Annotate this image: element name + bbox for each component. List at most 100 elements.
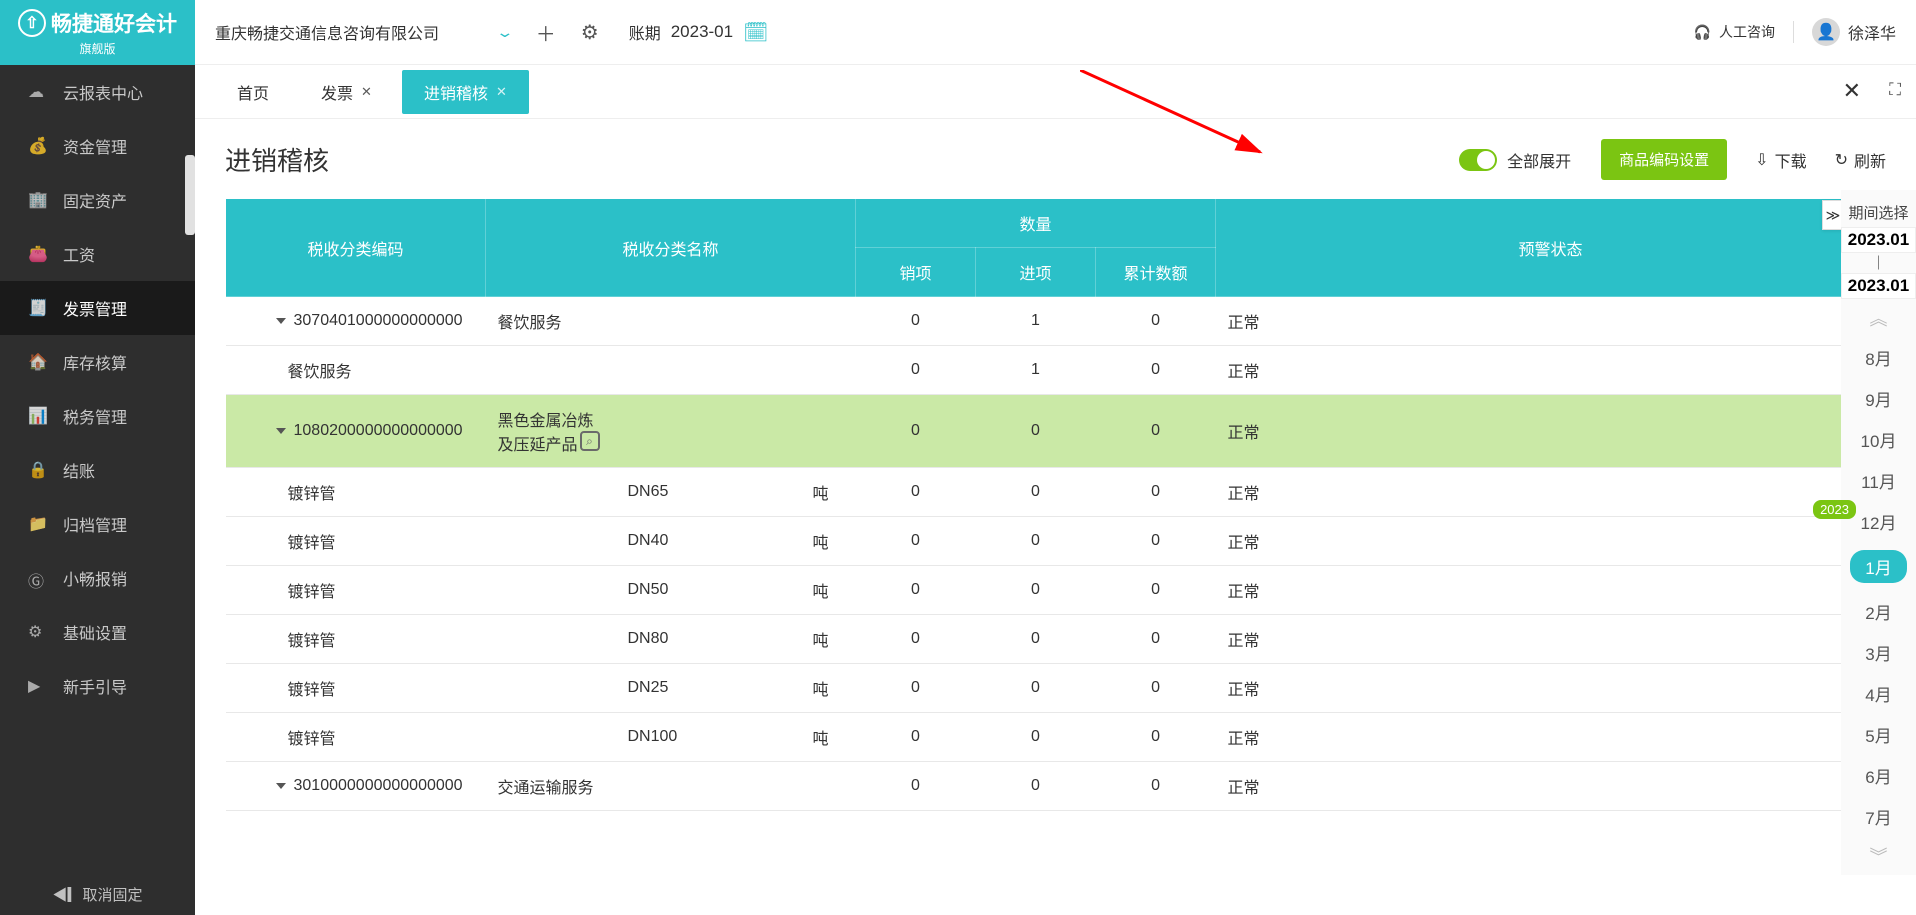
sidebar-item-1[interactable]: 💰资金管理 (0, 119, 195, 173)
table-row[interactable]: 3070401000000000000餐饮服务010正常 (226, 297, 1886, 346)
th-cum: 累计数额 (1096, 248, 1216, 297)
date-panel: 期间选择 2023.01 ｜ 2023.01 ︽ 8月9月10月11月12月1月… (1841, 190, 1916, 875)
sidebar-item-11[interactable]: ▶新手引导 (0, 659, 195, 713)
period-label: 账期 (629, 20, 661, 44)
fullscreen-icon[interactable]: ⛶ (1889, 80, 1901, 100)
tab-close-icon[interactable]: ✕ (361, 84, 372, 100)
download-icon: ⇩ (1755, 150, 1768, 170)
date-range-from[interactable]: 2023.01 (1841, 227, 1916, 253)
month-option[interactable]: 6月 (1841, 755, 1916, 796)
month-option[interactable]: 8月 (1841, 337, 1916, 378)
user-name: 徐泽华 (1848, 20, 1896, 44)
divider (1793, 21, 1794, 43)
month-option[interactable]: 2月 (1841, 591, 1916, 632)
nav-icon: 📁 (28, 514, 48, 534)
th-name: 税收分类名称 (486, 199, 856, 297)
user-menu[interactable]: 👤 徐泽华 (1812, 18, 1896, 46)
table-row[interactable]: 1080200000000000000黑色金属冶炼及压延产品⌕000正常 (226, 395, 1886, 468)
avatar-icon: 👤 (1812, 18, 1840, 46)
nav-icon: 🏠 (28, 352, 48, 372)
org-selector[interactable]: 重庆畅捷交通信息咨询有限公司 ⌄ (215, 20, 511, 44)
date-range-sep: ｜ (1841, 253, 1916, 273)
expand-icon[interactable] (276, 783, 286, 789)
nav-icon: 🧾 (28, 298, 48, 318)
tab-0[interactable]: 首页 (215, 70, 291, 114)
sidebar-item-7[interactable]: 🔒结账 (0, 443, 195, 497)
expand-all-toggle[interactable] (1459, 149, 1497, 171)
unpin-icon: ◀▎ (52, 887, 82, 904)
nav-icon: ▶ (28, 676, 48, 696)
table-row[interactable]: 镀锌管DN80吨000正常 (226, 615, 1886, 664)
nav-icon: 🔒 (28, 460, 48, 480)
expand-icon[interactable] (276, 318, 286, 324)
date-range-to[interactable]: 2023.01 (1841, 273, 1916, 299)
sidebar-item-0[interactable]: ☁云报表中心 (0, 65, 195, 119)
date-nav-down[interactable]: ︾ (1841, 837, 1916, 875)
th-code: 税收分类编码 (226, 199, 486, 297)
th-in: 进项 (976, 248, 1096, 297)
table-row[interactable]: 餐饮服务010正常 (226, 346, 1886, 395)
date-nav-up[interactable]: ︽ (1841, 299, 1916, 337)
month-option[interactable]: 9月 (1841, 378, 1916, 419)
product-code-settings-button[interactable]: 商品编码设置 (1601, 139, 1727, 180)
sidebar-resize-handle[interactable] (185, 155, 195, 235)
nav-icon: 📊 (28, 406, 48, 426)
org-name: 重庆畅捷交通信息咨询有限公司 (215, 20, 439, 44)
nav-icon: 👛 (28, 244, 48, 264)
support-link[interactable]: 🎧 人工咨询 (1694, 22, 1775, 42)
calendar-icon[interactable]: 🗓 (743, 20, 768, 45)
sidebar-item-5[interactable]: 🏠库存核算 (0, 335, 195, 389)
sidebar-item-6[interactable]: 📊税务管理 (0, 389, 195, 443)
period-value: 2023-01 (671, 22, 733, 42)
tab-2[interactable]: 进销稽核✕ (402, 70, 529, 114)
add-icon[interactable]: ＋ (536, 18, 556, 47)
expand-all-label: 全部展开 (1507, 148, 1571, 172)
month-option[interactable]: 1月 (1841, 542, 1916, 591)
sidebar-item-10[interactable]: ⚙基础设置 (0, 605, 195, 659)
header: 重庆畅捷交通信息咨询有限公司 ⌄ ＋ ⚙ 账期 2023-01 🗓 🎧 人工咨询… (195, 0, 1916, 65)
nav-icon: 🏢 (28, 190, 48, 210)
sidebar-item-2[interactable]: 🏢固定资产 (0, 173, 195, 227)
unpin-sidebar[interactable]: ◀▎取消固定 (0, 884, 195, 905)
year-badge: 2023 (1813, 500, 1856, 519)
tab-close-icon[interactable]: ✕ (496, 84, 507, 100)
expand-icon[interactable] (276, 428, 286, 434)
month-option[interactable]: 3月 (1841, 632, 1916, 673)
close-icon[interactable]: ✕ (1843, 78, 1861, 104)
table-row[interactable]: 镀锌管DN40吨000正常 (226, 517, 1886, 566)
logo[interactable]: ⇧ 畅捷通好会计 旗舰版 (0, 0, 195, 65)
month-option[interactable]: 7月 (1841, 796, 1916, 837)
brand-name: 畅捷通好会计 (51, 8, 177, 38)
tab-bar: 首页发票✕进销稽核✕ (195, 65, 1916, 119)
nav-icon: ⚙ (28, 622, 48, 642)
brand-edition: 旗舰版 (79, 40, 115, 57)
date-panel-title: 期间选择 (1841, 196, 1916, 227)
sidebar-item-8[interactable]: 📁归档管理 (0, 497, 195, 551)
tab-1[interactable]: 发票✕ (299, 70, 394, 114)
magnify-icon[interactable]: ⌕ (580, 431, 600, 451)
sidebar-item-9[interactable]: Ⓖ小畅报销 (0, 551, 195, 605)
download-link[interactable]: ⇩下载 (1755, 148, 1806, 172)
nav-icon: Ⓖ (28, 568, 48, 588)
month-option[interactable]: 5月 (1841, 714, 1916, 755)
month-option[interactable]: 4月 (1841, 673, 1916, 714)
refresh-icon: ↻ (1835, 150, 1848, 170)
table-row[interactable]: 3010000000000000000交通运输服务000正常 (226, 762, 1886, 811)
table-row[interactable]: 镀锌管DN50吨000正常 (226, 566, 1886, 615)
table-row[interactable]: 镀锌管DN25吨000正常 (226, 664, 1886, 713)
refresh-link[interactable]: ↻刷新 (1835, 148, 1886, 172)
table-row[interactable]: 镀锌管DN100吨000正常 (226, 713, 1886, 762)
logo-icon: ⇧ (18, 9, 46, 37)
sidebar-item-4[interactable]: 🧾发票管理 (0, 281, 195, 335)
sidebar-item-3[interactable]: 👛工资 (0, 227, 195, 281)
th-qty: 数量 (856, 199, 1216, 248)
page-title: 进销稽核 (225, 141, 329, 178)
headset-icon: 🎧 (1694, 24, 1711, 41)
gear-icon[interactable]: ⚙ (581, 20, 599, 45)
audit-table: 税收分类编码 税收分类名称 数量 预警状态 销项 进项 累计数额 3070401… (225, 198, 1886, 811)
month-option[interactable]: 10月 (1841, 419, 1916, 460)
table-wrapper: 税收分类编码 税收分类名称 数量 预警状态 销项 进项 累计数额 3070401… (225, 198, 1886, 811)
month-option[interactable]: 11月 (1841, 460, 1916, 501)
sidebar: ⇧ 畅捷通好会计 旗舰版 ☁云报表中心💰资金管理🏢固定资产👛工资🧾发票管理🏠库存… (0, 0, 195, 915)
table-row[interactable]: 镀锌管DN65吨000正常 (226, 468, 1886, 517)
